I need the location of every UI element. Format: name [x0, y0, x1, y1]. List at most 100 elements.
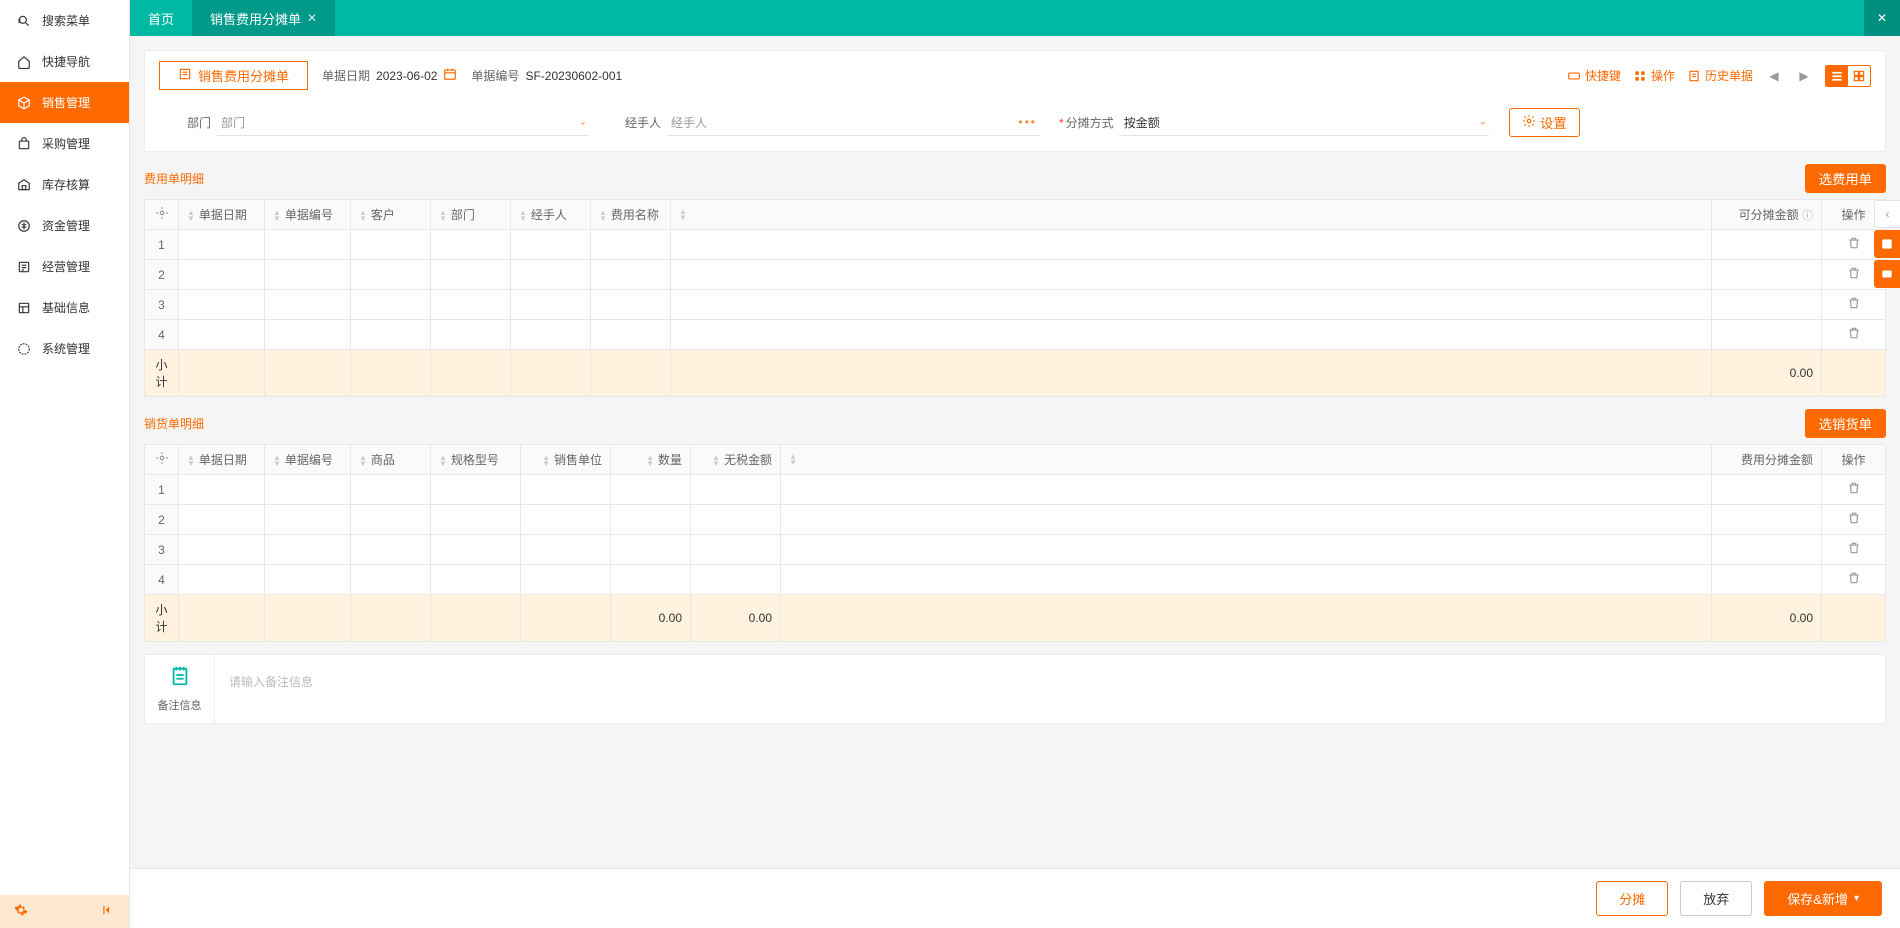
dock-tool-1[interactable] [1874, 230, 1900, 258]
table-row[interactable]: 4 [145, 320, 1886, 350]
trash-icon[interactable] [1847, 299, 1861, 313]
tab-label: 销售费用分摊单 [210, 9, 301, 28]
gear-icon[interactable] [14, 903, 28, 920]
col-product[interactable]: ▲▼商品 [351, 445, 431, 475]
sort-icon: ▲▼ [273, 455, 281, 467]
collapse-icon[interactable] [101, 903, 115, 920]
operate-link[interactable]: 操作 [1633, 67, 1675, 84]
select-expense-button[interactable]: 选费用单 [1805, 164, 1886, 193]
col-feealloc[interactable]: 费用分摊金额 [1712, 445, 1822, 475]
trash-icon[interactable] [1847, 574, 1861, 588]
subtotal-amount: 0.00 [691, 595, 781, 642]
sidebar-item-quicknav[interactable]: 快捷导航 [0, 41, 129, 82]
field-dept: 部门 部门 ⌄ [159, 110, 589, 136]
sidebar-item-base[interactable]: 基础信息 [0, 287, 129, 328]
chevron-down-icon: ⌄ [1479, 117, 1487, 128]
sidebar-item-funds[interactable]: 资金管理 [0, 205, 129, 246]
table-row[interactable]: 3 [145, 535, 1886, 565]
nav-next[interactable]: ▶ [1795, 67, 1813, 85]
col-label: 操作 [1841, 453, 1865, 467]
sidebar-item-system[interactable]: 系统管理 [0, 328, 129, 369]
select-sales-button[interactable]: 选销货单 [1805, 409, 1886, 438]
sidebar-item-sales[interactable]: 销售管理 [0, 82, 129, 123]
tab-label: 首页 [148, 9, 174, 28]
col-dept[interactable]: ▲▼部门 [431, 200, 511, 230]
col-handler[interactable]: ▲▼经手人 [511, 200, 591, 230]
nav-prev[interactable]: ◀ [1765, 67, 1783, 85]
col-label: 费用分摊金额 [1741, 453, 1813, 467]
col-date[interactable]: ▲▼单据日期 [179, 445, 265, 475]
trash-icon[interactable] [1847, 329, 1861, 343]
sidebar-item-label: 库存核算 [42, 176, 90, 193]
col-label: 部门 [451, 208, 475, 222]
col-empty[interactable]: ▲▼ [781, 445, 1712, 475]
col-no[interactable]: ▲▼ 单据编号 [265, 445, 351, 475]
operate-label: 操作 [1651, 67, 1675, 84]
discard-button[interactable]: 放弃 [1680, 881, 1752, 916]
col-date[interactable]: ▲▼单据日期 [179, 200, 265, 230]
gear-column[interactable] [145, 445, 179, 475]
view-grid[interactable] [1848, 66, 1870, 86]
sort-icon: ▲▼ [519, 210, 527, 222]
view-toggle [1825, 65, 1871, 87]
home-icon [16, 54, 32, 70]
save-new-button[interactable]: 保存&新增 ▾ [1764, 881, 1882, 916]
table-row[interactable]: 4 [145, 565, 1886, 595]
table-row[interactable]: 3 [145, 290, 1886, 320]
table-row[interactable]: 2 [145, 260, 1886, 290]
dept-placeholder: 部门 [221, 116, 245, 130]
col-notax[interactable]: ▲▼无税金额 [691, 445, 781, 475]
trash-icon[interactable] [1847, 484, 1861, 498]
sort-icon: ▲▼ [359, 210, 367, 222]
side-dock: ‹ [1874, 200, 1900, 290]
trash-icon[interactable] [1847, 514, 1861, 528]
col-label: 单据编号 [285, 453, 333, 467]
col-alloc[interactable]: 可分摊金额 ⓘ [1712, 200, 1822, 230]
method-input[interactable]: 按金额 ⌄ [1120, 110, 1489, 136]
shortcut-link[interactable]: 快捷键 [1567, 67, 1621, 84]
col-unit[interactable]: ▲▼销售单位 [521, 445, 611, 475]
col-no[interactable]: ▲▼单据编号 [265, 200, 351, 230]
dock-expand[interactable]: ‹ [1874, 200, 1900, 228]
history-link[interactable]: 历史单据 [1687, 67, 1753, 84]
col-label: 无税金额 [724, 453, 772, 467]
col-qty[interactable]: ▲▼数量 [611, 445, 691, 475]
allocate-button[interactable]: 分摊 [1596, 881, 1668, 916]
sidebar-item-purchase[interactable]: 采购管理 [0, 123, 129, 164]
settings-button[interactable]: 设置 [1509, 108, 1580, 137]
subtotal-amount: 0.00 [1712, 350, 1822, 397]
field-method: *分摊方式 按金额 ⌄ [1059, 110, 1489, 136]
col-spec[interactable]: ▲▼规格型号 [431, 445, 521, 475]
dock-tool-2[interactable] [1874, 260, 1900, 288]
search-icon [16, 13, 32, 29]
table-row[interactable]: 1 [145, 475, 1886, 505]
table-row[interactable]: 1 [145, 230, 1886, 260]
col-label: 规格型号 [451, 453, 499, 467]
tab-home[interactable]: 首页 [130, 0, 192, 36]
gear-column[interactable] [145, 200, 179, 230]
sidebar-search[interactable]: 搜索菜单 [0, 0, 129, 41]
col-feename[interactable]: ▲▼费用名称 [591, 200, 671, 230]
trash-icon[interactable] [1847, 544, 1861, 558]
calendar-icon[interactable] [443, 67, 457, 84]
tab-current[interactable]: 销售费用分摊单 ✕ [192, 0, 335, 36]
trash-icon[interactable] [1847, 239, 1861, 253]
date-value[interactable]: 2023-06-02 [376, 69, 437, 83]
tabs-close-all[interactable]: ✕ [1864, 0, 1900, 36]
trash-icon[interactable] [1847, 269, 1861, 283]
remarks-label: 备注信息 [158, 697, 202, 713]
no-value: SF-20230602-001 [525, 69, 622, 83]
table-row[interactable]: 2 [145, 505, 1886, 535]
close-icon[interactable]: ✕ [307, 11, 317, 25]
col-customer[interactable]: ▲▼客户 [351, 200, 431, 230]
dept-input[interactable]: 部门 ⌄ [217, 110, 589, 136]
col-empty[interactable]: ▲▼ [671, 200, 1712, 230]
sidebar-item-label: 采购管理 [42, 135, 90, 152]
remarks-input[interactable]: 请输入备注信息 [215, 655, 1885, 723]
remarks-tab[interactable]: 备注信息 [145, 655, 215, 723]
view-list[interactable] [1826, 66, 1848, 86]
sidebar-item-inventory[interactable]: 库存核算 [0, 164, 129, 205]
col-op: 操作 [1822, 445, 1886, 475]
handler-input[interactable]: 经手人 ••• [667, 110, 1039, 136]
sidebar-item-business[interactable]: 经营管理 [0, 246, 129, 287]
